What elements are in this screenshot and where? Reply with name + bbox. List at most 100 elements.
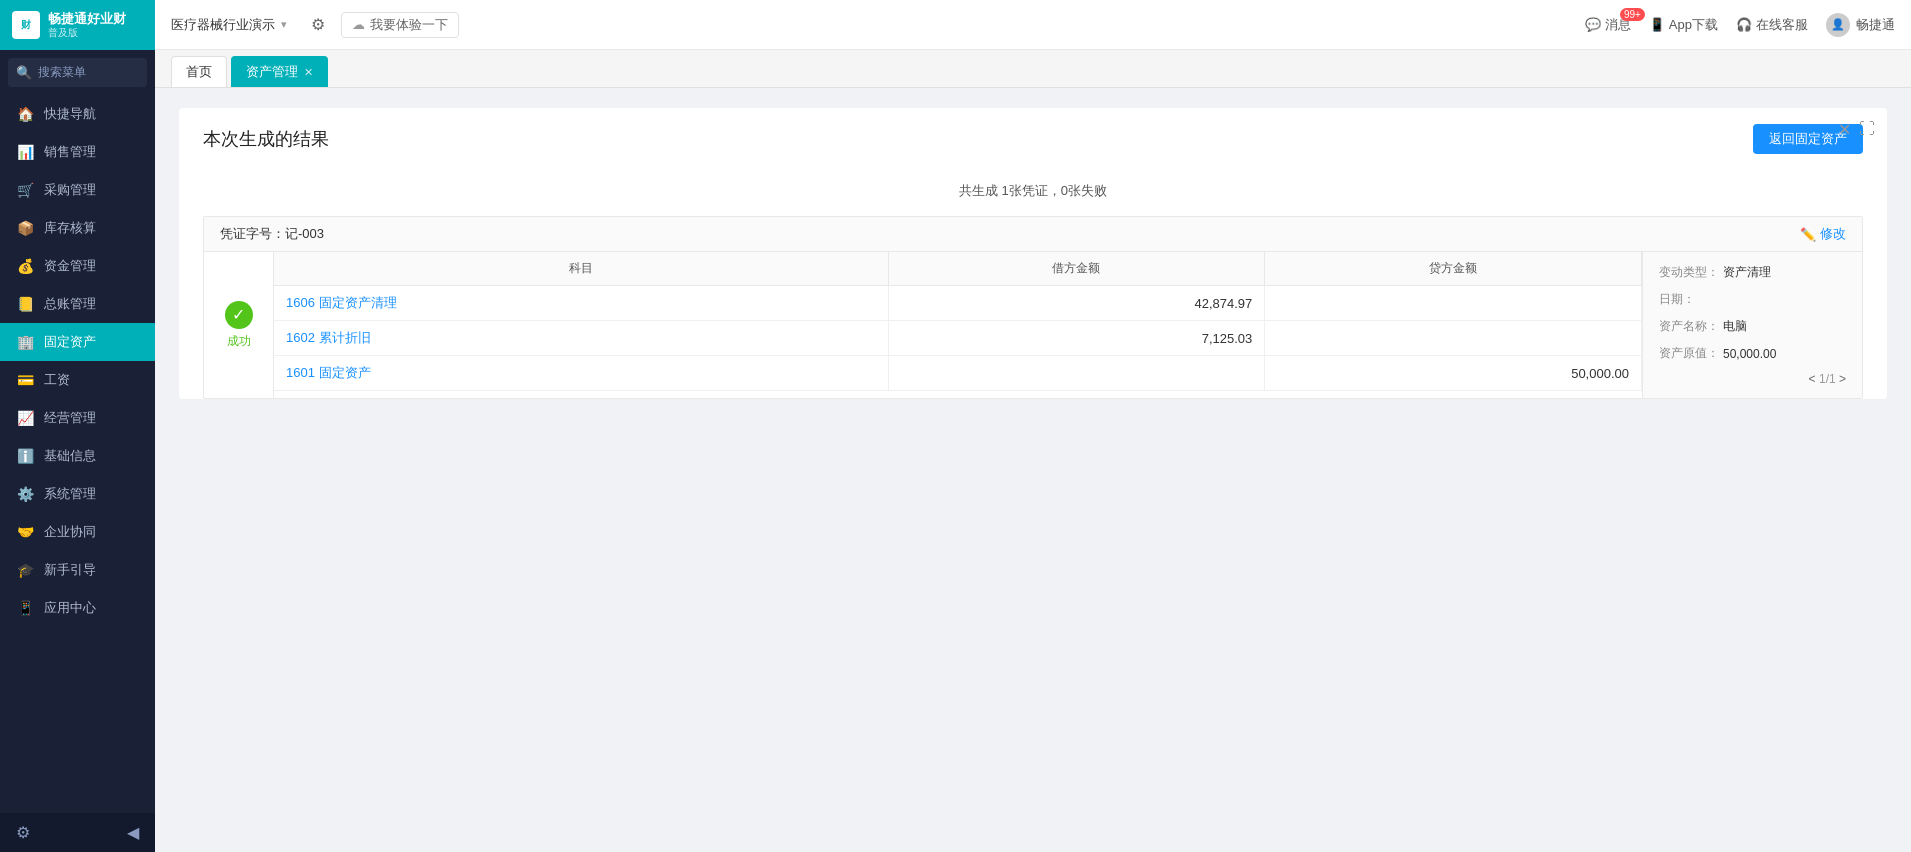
row3-credit: 50,000.00 (1265, 356, 1642, 391)
voucher-edit-label: 修改 (1820, 225, 1846, 243)
sidebar-item-label-payroll: 工资 (44, 371, 70, 389)
original-value-value: 50,000.00 (1723, 347, 1776, 361)
collab-icon: 🤝 (16, 523, 34, 541)
sidebar-item-label-fixedassets: 固定资产 (44, 333, 96, 351)
voucher-side-info: 变动类型： 资产清理 日期： 资产名称： 电脑 资产原值： (1642, 252, 1862, 398)
topbar-company[interactable]: 医疗器械行业演示 ▾ (171, 16, 287, 34)
voucher-status-col: ✓ 成功 (204, 252, 274, 398)
change-type-label: 变动类型： (1659, 264, 1719, 281)
sidebar-item-fixedassets[interactable]: 🏢 固定资产 (0, 323, 155, 361)
summary-text: 共生成 1张凭证，0张失败 (959, 183, 1107, 198)
tab-close-icon[interactable]: ✕ (304, 66, 313, 79)
voucher-block: 凭证字号：记-003 ✏️ 修改 ✓ 成功 (203, 216, 1863, 399)
asset-name-value: 电脑 (1723, 318, 1747, 335)
voucher-number: 凭证字号：记-003 (220, 225, 324, 243)
voucher-main: ✓ 成功 科目 借方金额 贷方金额 (204, 252, 1862, 398)
sidebar-item-appcenter[interactable]: 📱 应用中心 (0, 589, 155, 627)
home-icon: 🏠 (16, 105, 34, 123)
sidebar-item-payroll[interactable]: 💳 工资 (0, 361, 155, 399)
sidebar-item-capital[interactable]: 💰 资金管理 (0, 247, 155, 285)
sidebar-item-collab[interactable]: 🤝 企业协同 (0, 513, 155, 551)
row3-subject: 1601 固定资产 (274, 356, 888, 391)
sidebar-title-main: 畅捷通好业财 (48, 11, 126, 27)
sidebar-item-label-collab: 企业协同 (44, 523, 96, 541)
sysadmin-icon: ⚙️ (16, 485, 34, 503)
edit-icon: ✏️ (1800, 227, 1816, 242)
topbar-app-label: App下载 (1669, 16, 1718, 34)
sidebar-item-label-sysadmin: 系统管理 (44, 485, 96, 503)
sidebar-title-block: 畅捷通好业财 普及版 (48, 11, 126, 39)
sidebar-item-label-sales: 销售管理 (44, 143, 96, 161)
sidebar-search[interactable]: 🔍 搜索菜单 (8, 58, 147, 87)
sidebar-item-label-ledger: 总账管理 (44, 295, 96, 313)
sidebar-item-operations[interactable]: 📈 经营管理 (0, 399, 155, 437)
appcenter-icon: 📱 (16, 599, 34, 617)
sidebar-item-ledger[interactable]: 📒 总账管理 (0, 285, 155, 323)
collapse-sidebar-icon[interactable]: ◀ (127, 823, 139, 842)
topbar-service-label: 在线客服 (1756, 16, 1808, 34)
inventory-icon: 📦 (16, 219, 34, 237)
topbar-experience[interactable]: ☁ 我要体验一下 (341, 12, 459, 38)
sidebar-item-label-inventory: 库存核算 (44, 219, 96, 237)
topbar-messages[interactable]: 💬 消息 99+ (1585, 16, 1631, 34)
sidebar-item-label-guide: 新手引导 (44, 561, 96, 579)
sidebar-item-label-purchase: 采购管理 (44, 181, 96, 199)
table-row: 1606 固定资产清理 42,874.97 (274, 286, 1642, 321)
tab-asset-mgmt[interactable]: 资产管理 ✕ (231, 56, 328, 87)
side-pagination: < 1/1 > (1659, 372, 1846, 386)
topbar-app-download[interactable]: 📱 App下载 (1649, 16, 1718, 34)
topbar-experience-icon: ☁ (352, 17, 365, 32)
capital-icon: 💰 (16, 257, 34, 275)
tabbar: 首页 资产管理 ✕ (155, 50, 1911, 88)
guide-icon: 🎓 (16, 561, 34, 579)
change-type-value: 资产清理 (1723, 264, 1771, 281)
payroll-icon: 💳 (16, 371, 34, 389)
app-download-icon: 📱 (1649, 17, 1665, 32)
sales-icon: 📊 (16, 143, 34, 161)
sidebar-item-purchase[interactable]: 🛒 采购管理 (0, 171, 155, 209)
sidebar-item-basic[interactable]: ℹ️ 基础信息 (0, 437, 155, 475)
topbar-company-name: 医疗器械行业演示 (171, 16, 275, 34)
topbar-experience-label: 我要体验一下 (370, 16, 448, 34)
message-icon: 💬 (1585, 17, 1601, 32)
tab-home[interactable]: 首页 (171, 56, 227, 87)
sidebar: 财 畅捷通好业财 普及版 🔍 搜索菜单 🏠 快捷导航 📊 销售管理 🛒 采购管理… (0, 0, 155, 852)
sidebar-item-label-operations: 经营管理 (44, 409, 96, 427)
tab-home-label: 首页 (186, 63, 212, 81)
row1-debit: 42,874.97 (888, 286, 1265, 321)
success-text: 成功 (227, 333, 251, 350)
result-summary: 共生成 1张凭证，0张失败 (179, 166, 1887, 216)
topbar-online-service[interactable]: 🎧 在线客服 (1736, 16, 1808, 34)
date-label: 日期： (1659, 291, 1714, 308)
topbar-company-chevron-icon: ▾ (281, 18, 287, 31)
side-info-date: 日期： (1659, 291, 1846, 308)
pagination-next-icon[interactable]: > (1839, 372, 1846, 386)
side-info-original-value: 资产原值： 50,000.00 (1659, 345, 1846, 362)
topbar: 医疗器械行业演示 ▾ ⚙ ☁ 我要体验一下 💬 消息 99+ 📱 App下载 🎧… (155, 0, 1911, 50)
sidebar-item-sysadmin[interactable]: ⚙️ 系统管理 (0, 475, 155, 513)
sidebar-item-guide[interactable]: 🎓 新手引导 (0, 551, 155, 589)
pagination-prev-icon[interactable]: < (1809, 372, 1816, 386)
basic-icon: ℹ️ (16, 447, 34, 465)
sidebar-nav: 🏠 快捷导航 📊 销售管理 🛒 采购管理 📦 库存核算 💰 资金管理 📒 总账管… (0, 95, 155, 813)
sidebar-item-label-capital: 资金管理 (44, 257, 96, 275)
row1-credit (1265, 286, 1642, 321)
operations-icon: 📈 (16, 409, 34, 427)
expand-panel-icon[interactable]: ⛶ (1859, 120, 1875, 139)
topbar-user[interactable]: 👤 畅捷通 (1826, 13, 1895, 37)
table-row: 1602 累计折旧 7,125.03 (274, 321, 1642, 356)
sidebar-item-label-appcenter: 应用中心 (44, 599, 96, 617)
settings-icon[interactable]: ⚙ (16, 823, 30, 842)
topbar-right: 💬 消息 99+ 📱 App下载 🎧 在线客服 👤 畅捷通 (1585, 13, 1895, 37)
sidebar-item-sales[interactable]: 📊 销售管理 (0, 133, 155, 171)
row1-subject: 1606 固定资产清理 (274, 286, 888, 321)
sidebar-item-quicknav[interactable]: 🏠 快捷导航 (0, 95, 155, 133)
topbar-settings-icon[interactable]: ⚙ (307, 11, 329, 38)
voucher-edit-button[interactable]: ✏️ 修改 (1800, 225, 1846, 243)
close-panel-icon[interactable]: ✕ (1838, 120, 1851, 139)
fixedassets-icon: 🏢 (16, 333, 34, 351)
sidebar-item-inventory[interactable]: 📦 库存核算 (0, 209, 155, 247)
topbar-messages-badge: 99+ (1620, 8, 1645, 21)
row2-credit (1265, 321, 1642, 356)
table-row: 1601 固定资产 50,000.00 (274, 356, 1642, 391)
